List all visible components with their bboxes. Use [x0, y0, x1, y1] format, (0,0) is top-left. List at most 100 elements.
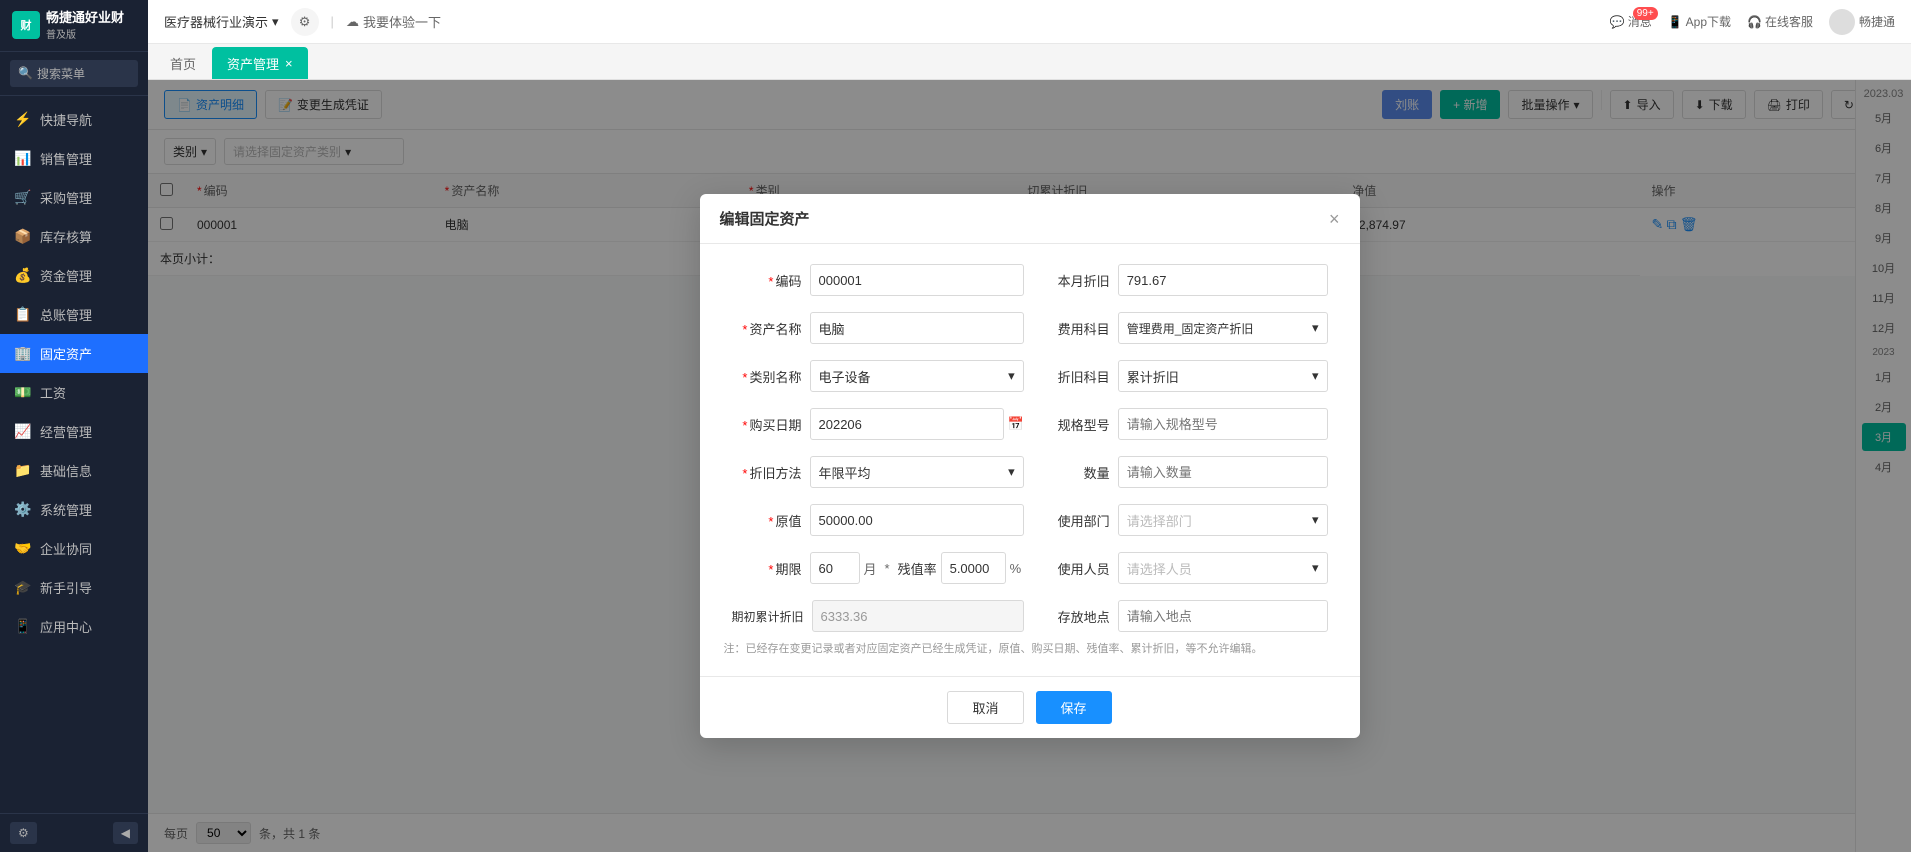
sidebar-item-label: 基础信息 — [40, 461, 92, 480]
original-value-input[interactable] — [810, 504, 1024, 536]
save-button[interactable]: 保存 — [1036, 691, 1112, 724]
dialog-footer: 取消 保存 — [700, 676, 1360, 738]
form-left-col: *编码 *资产名称 *类别名称 — [724, 264, 1032, 632]
user-menu[interactable]: 畅捷通 — [1829, 9, 1895, 35]
category-select[interactable]: 电子设备 ▾ — [810, 360, 1024, 392]
company-name: 医疗器械行业演示 — [164, 12, 268, 31]
sidebar-item-basic[interactable]: 📁 基础信息 — [0, 451, 148, 490]
purchase-date-input[interactable] — [810, 408, 1004, 440]
topbar-settings-button[interactable]: ⚙ — [291, 8, 319, 36]
sidebar-item-label: 资金管理 — [40, 266, 92, 285]
code-label: *编码 — [732, 271, 802, 290]
form-row-original-value: *原值 — [732, 504, 1024, 536]
quick-nav-icon: ⚡ — [14, 110, 32, 128]
form-row-spec-model: 规格型号 — [1040, 408, 1328, 440]
form-row-department: 使用部门 请选择部门 ▾ — [1040, 504, 1328, 536]
sidebar-item-inventory[interactable]: 📦 库存核算 — [0, 217, 148, 256]
asset-name-input[interactable] — [810, 312, 1024, 344]
sidebar-item-payroll[interactable]: 💵 工资 — [0, 373, 148, 412]
form-row-code: *编码 — [732, 264, 1024, 296]
form-row-initial-dep: 期初累计折旧 — [732, 600, 1024, 632]
sidebar-item-assets[interactable]: 🏢 固定资产 — [0, 334, 148, 373]
expense-subject-select[interactable]: 管理费用_固定资产折旧 ▾ — [1118, 312, 1328, 344]
expense-subject-label: 费用科目 — [1040, 319, 1110, 338]
online-service-button[interactable]: 🎧 在线客服 — [1747, 13, 1813, 30]
form-grid: *编码 *资产名称 *类别名称 — [724, 264, 1336, 632]
dialog-close-button[interactable]: × — [1329, 210, 1340, 228]
experience-button[interactable]: ☁ 我要体验一下 — [346, 12, 441, 31]
sales-icon: 📊 — [14, 149, 32, 167]
content-area: 📄 资产明细 📝 变更生成凭证 刘账 + 新增 批量操作 — [148, 80, 1911, 852]
dep-subject-select[interactable]: 累计折旧 ▾ — [1118, 360, 1328, 392]
sidebar-item-label: 采购管理 — [40, 188, 92, 207]
topbar-divider: | — [331, 14, 334, 29]
sidebar-item-label: 固定资产 — [40, 344, 92, 363]
department-select[interactable]: 请选择部门 ▾ — [1118, 504, 1328, 536]
original-value-label: *原值 — [732, 511, 802, 530]
sidebar-item-system[interactable]: ⚙️ 系统管理 — [0, 490, 148, 529]
form-row-category: *类别名称 电子设备 ▾ — [732, 360, 1024, 392]
sidebar-item-purchase[interactable]: 🛒 采购管理 — [0, 178, 148, 217]
tab-home[interactable]: 首页 — [156, 48, 210, 79]
sidebar-edition: 普及版 — [46, 26, 124, 41]
messages-button[interactable]: 💬 消息 99+ — [1610, 13, 1652, 30]
period-input[interactable] — [810, 552, 860, 584]
app-download-button[interactable]: 📱 App下载 — [1668, 13, 1731, 30]
sidebar-item-label: 库存核算 — [40, 227, 92, 246]
monthly-dep-input[interactable] — [1118, 264, 1328, 296]
residual-rate-input[interactable] — [941, 552, 1006, 584]
sidebar-item-apps[interactable]: 📱 应用中心 — [0, 607, 148, 646]
form-row-quantity: 数量 — [1040, 456, 1328, 488]
code-input[interactable] — [810, 264, 1024, 296]
apps-icon: 📱 — [14, 617, 32, 635]
tab-close-icon[interactable]: × — [285, 56, 293, 71]
person-chevron: ▾ — [1312, 560, 1319, 576]
sidebar-item-finance[interactable]: 💰 资金管理 — [0, 256, 148, 295]
person-label: 使用人员 — [1040, 559, 1110, 578]
company-selector[interactable]: 医疗器械行业演示 ▾ — [164, 12, 279, 31]
phone-icon: 📱 — [1668, 15, 1683, 29]
location-input[interactable] — [1118, 600, 1328, 632]
assets-icon: 🏢 — [14, 344, 32, 362]
sidebar-item-label: 总账管理 — [40, 305, 92, 324]
sidebar-item-ledger[interactable]: 📋 总账管理 — [0, 295, 148, 334]
purchase-date-label: *购买日期 — [732, 415, 802, 434]
dialog-note: 注：已经存在变更记录或者对应固定资产已经生成凭证，原值、购买日期、残值率、累计折… — [724, 640, 1336, 656]
calendar-icon[interactable]: 📅 — [1008, 416, 1024, 432]
form-row-expense-subject: 费用科目 管理费用_固定资产折旧 ▾ — [1040, 312, 1328, 344]
chevron-down-icon: ▾ — [272, 14, 279, 30]
sidebar-item-quick-nav[interactable]: ⚡ 快捷导航 — [0, 100, 148, 139]
topbar-right: 💬 消息 99+ 📱 App下载 🎧 在线客服 畅捷通 — [1610, 9, 1895, 35]
spec-model-input[interactable] — [1118, 408, 1328, 440]
residual-label: 残值率 — [898, 559, 937, 578]
dep-method-chevron: ▾ — [1008, 464, 1015, 480]
period-label: *期限 — [732, 559, 802, 578]
cloud-icon: ☁ — [346, 14, 359, 30]
sidebar-item-operations[interactable]: 📈 经营管理 — [0, 412, 148, 451]
asset-name-label: *资产名称 — [732, 319, 802, 338]
quantity-label: 数量 — [1040, 463, 1110, 482]
dep-method-select[interactable]: 年限平均 ▾ — [810, 456, 1024, 488]
location-label: 存放地点 — [1040, 607, 1110, 626]
app-download-label: App下载 — [1686, 13, 1731, 30]
spec-model-label: 规格型号 — [1040, 415, 1110, 434]
cancel-button[interactable]: 取消 — [947, 691, 1023, 724]
sidebar-item-label: 应用中心 — [40, 617, 92, 636]
settings-button[interactable]: ⚙ — [10, 822, 37, 844]
sidebar-item-collab[interactable]: 🤝 企业协同 — [0, 529, 148, 568]
quantity-input[interactable] — [1118, 456, 1328, 488]
sidebar-search-button[interactable]: 🔍 搜索菜单 — [10, 60, 138, 87]
sidebar-item-guide[interactable]: 🎓 新手引导 — [0, 568, 148, 607]
sidebar-item-sales[interactable]: 📊 销售管理 — [0, 139, 148, 178]
dept-chevron: ▾ — [1312, 512, 1319, 528]
dep-method-value: 年限平均 — [819, 463, 871, 482]
dep-subject-label: 折旧科目 — [1040, 367, 1110, 386]
form-row-location: 存放地点 — [1040, 600, 1328, 632]
form-row-asset-name: *资产名称 — [732, 312, 1024, 344]
collapse-button[interactable]: ◀ — [113, 822, 138, 844]
tabbar: 首页 资产管理 × — [148, 44, 1911, 80]
person-select[interactable]: 请选择人员 ▾ — [1118, 552, 1328, 584]
purchase-icon: 🛒 — [14, 188, 32, 206]
tab-asset-mgmt[interactable]: 资产管理 × — [212, 47, 308, 79]
sidebar-search-section: 🔍 搜索菜单 — [0, 52, 148, 96]
